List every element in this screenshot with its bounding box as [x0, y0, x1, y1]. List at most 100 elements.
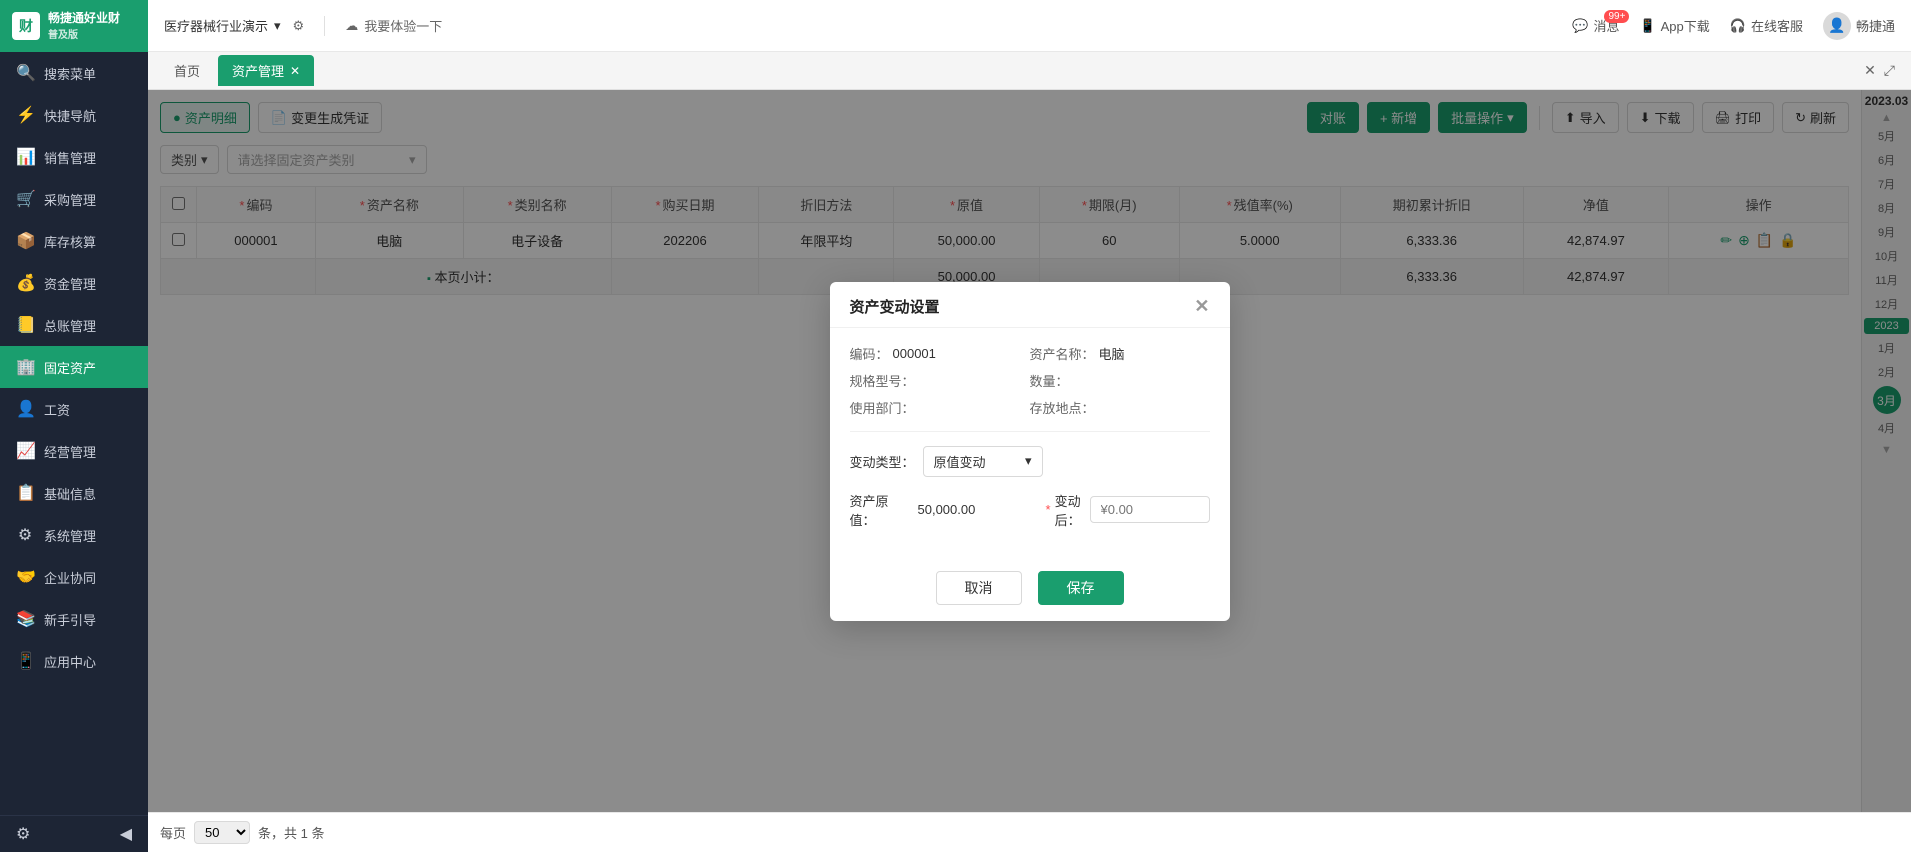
finance-icon: 💰: [16, 273, 34, 293]
per-page-select[interactable]: 50 100: [194, 821, 250, 844]
modal-code-item: 编码： 000001: [850, 344, 1030, 363]
window-maximize-icon[interactable]: ⤢: [1880, 58, 1899, 83]
purchase-icon: 🛒: [16, 189, 34, 209]
sales-icon: 📊: [16, 147, 34, 167]
download-icon: 📱: [1639, 18, 1655, 34]
modal-close-btn[interactable]: ✕: [1194, 296, 1209, 317]
tab-window-controls: ✕ ⤢: [1860, 58, 1899, 83]
per-page-label: 每页: [160, 823, 186, 842]
sidebar-item-sales[interactable]: 📊 销售管理: [0, 136, 148, 178]
settings-bottom-icon[interactable]: ⚙: [16, 824, 30, 844]
sidebar-item-ops[interactable]: 📈 经营管理: [0, 430, 148, 472]
change-type-dropdown-icon: ▾: [1025, 453, 1032, 469]
corp-icon: 🤝: [16, 567, 34, 587]
save-button[interactable]: 保存: [1038, 571, 1124, 605]
avatar: 👤: [1823, 12, 1851, 40]
collapse-icon[interactable]: ◀: [120, 824, 132, 844]
modal-department-item: 使用部门：: [850, 398, 1030, 417]
tabbar: 首页 资产管理 ✕ ✕ ⤢: [148, 52, 1911, 90]
sidebar: 财 畅捷通好业财 普及版 🔍 搜索菜单 ⚡ 快捷导航 📊 销售管理 🛒 采购管理…: [0, 0, 148, 852]
service-btn[interactable]: 🎧 在线客服: [1730, 16, 1803, 35]
sidebar-item-payroll[interactable]: 👤 工资: [0, 388, 148, 430]
sidebar-item-purchase[interactable]: 🛒 采购管理: [0, 178, 148, 220]
cancel-button[interactable]: 取消: [936, 571, 1022, 605]
sidebar-item-search-label: 搜索菜单: [44, 64, 96, 83]
tab-home-label: 首页: [174, 61, 200, 80]
sidebar-item-search[interactable]: 🔍 搜索菜单: [0, 52, 148, 94]
modal-header: 资产变动设置 ✕: [830, 282, 1230, 328]
sidebar-item-payroll-label: 工资: [44, 400, 70, 419]
change-type-select[interactable]: 原值变动 ▾: [923, 446, 1043, 477]
sidebar-item-purchase-label: 采购管理: [44, 190, 96, 209]
modal-asset-name-value: 电脑: [1099, 344, 1125, 363]
logo-text: 畅捷通好业财 普及版: [48, 11, 120, 42]
modal-spec-item: 规格型号：: [850, 371, 1030, 390]
service-icon: 🎧: [1730, 18, 1746, 34]
content-area: ● 资产明细 📄 变更生成凭证 对账 + 新增 批量操作 ▾: [148, 90, 1911, 812]
main-area: 医疗器械行业演示 ▾ ⚙ ☁ 我要体验一下 💬 消息 99+ 📱 App下载 🎧…: [148, 0, 1911, 852]
modal-overlay: 资产变动设置 ✕ 编码： 000001 资产名称： 电脑: [148, 90, 1911, 812]
change-type-label: 变动类型：: [850, 452, 915, 471]
modal-original-value-field: 资产原值： 50,000.00 * 变动后：: [850, 491, 1210, 529]
modal-original-value-display: 50,000.00: [918, 497, 1038, 522]
sidebar-item-base-label: 基础信息: [44, 484, 96, 503]
tab-home[interactable]: 首页: [160, 55, 214, 86]
modal-change-type-field: 变动类型： 原值变动 ▾: [850, 446, 1210, 477]
sidebar-item-corp[interactable]: 🤝 企业协同: [0, 556, 148, 598]
sidebar-item-guide[interactable]: 📚 新手引导: [0, 598, 148, 640]
sidebar-item-system[interactable]: ⚙ 系统管理: [0, 514, 148, 556]
sidebar-item-appstore-label: 应用中心: [44, 652, 96, 671]
search-icon: 🔍: [16, 63, 34, 83]
message-icon: 💬: [1572, 18, 1588, 34]
quicknav-icon: ⚡: [16, 105, 34, 125]
company-selector[interactable]: 医疗器械行业演示 ▾: [164, 16, 281, 35]
sidebar-item-finance[interactable]: 💰 资金管理: [0, 262, 148, 304]
message-badge: 99+: [1604, 10, 1629, 23]
page-footer: 每页 50 100 条，共 1 条: [148, 812, 1911, 852]
sidebar-item-quicknav[interactable]: ⚡ 快捷导航: [0, 94, 148, 136]
asset-icon: 🏢: [16, 357, 34, 377]
modal-footer: 取消 保存: [830, 559, 1230, 621]
logo-icon: 财: [12, 12, 40, 40]
topbar-divider: [324, 16, 325, 36]
total-count-label: 条，共 1 条: [258, 823, 324, 842]
sidebar-item-base[interactable]: 📋 基础信息: [0, 472, 148, 514]
required-mark: *: [1046, 502, 1051, 517]
base-icon: 📋: [16, 483, 34, 503]
sidebar-item-asset-label: 固定资产: [44, 358, 96, 377]
tab-close-icon[interactable]: ✕: [290, 64, 300, 78]
sidebar-nav: 🔍 搜索菜单 ⚡ 快捷导航 📊 销售管理 🛒 采购管理 📦 库存核算 💰 资金管…: [0, 52, 148, 815]
sidebar-item-asset[interactable]: 🏢 固定资产: [0, 346, 148, 388]
modal-info-grid: 编码： 000001 资产名称： 电脑 规格型号： 数量：: [850, 344, 1210, 432]
cloud-icon: ☁: [345, 18, 358, 34]
modal-code-value: 000001: [893, 346, 936, 361]
after-change-input[interactable]: [1090, 496, 1210, 523]
window-minimize-icon[interactable]: ✕: [1860, 58, 1880, 83]
sidebar-item-ledger[interactable]: 📒 总账管理: [0, 304, 148, 346]
company-dropdown-icon: ▾: [274, 18, 281, 34]
sidebar-item-guide-label: 新手引导: [44, 610, 96, 629]
settings-icon[interactable]: ⚙: [293, 18, 305, 34]
modal-body: 编码： 000001 资产名称： 电脑 规格型号： 数量：: [830, 328, 1230, 559]
asset-change-modal: 资产变动设置 ✕ 编码： 000001 资产名称： 电脑: [830, 282, 1230, 621]
sidebar-item-inventory[interactable]: 📦 库存核算: [0, 220, 148, 262]
modal-asset-name-item: 资产名称： 电脑: [1030, 344, 1210, 363]
tab-asset-management[interactable]: 资产管理 ✕: [218, 55, 314, 86]
download-btn[interactable]: 📱 App下载: [1639, 16, 1709, 35]
sidebar-item-quicknav-label: 快捷导航: [44, 106, 96, 125]
guide-icon: 📚: [16, 609, 34, 629]
sidebar-item-ledger-label: 总账管理: [44, 316, 96, 335]
appstore-icon: 📱: [16, 651, 34, 671]
experience-btn[interactable]: ☁ 我要体验一下: [345, 16, 442, 35]
modal-quantity-item: 数量：: [1030, 371, 1210, 390]
sidebar-item-corp-label: 企业协同: [44, 568, 96, 587]
modal-location-item: 存放地点：: [1030, 398, 1210, 417]
company-name: 医疗器械行业演示: [164, 16, 268, 35]
sidebar-item-appstore[interactable]: 📱 应用中心: [0, 640, 148, 682]
user-btn[interactable]: 👤 畅捷通: [1823, 12, 1895, 40]
topbar: 医疗器械行业演示 ▾ ⚙ ☁ 我要体验一下 💬 消息 99+ 📱 App下载 🎧…: [148, 0, 1911, 52]
inventory-icon: 📦: [16, 231, 34, 251]
ledger-icon: 📒: [16, 315, 34, 335]
sidebar-item-ops-label: 经营管理: [44, 442, 96, 461]
message-btn[interactable]: 💬 消息 99+: [1572, 16, 1619, 35]
